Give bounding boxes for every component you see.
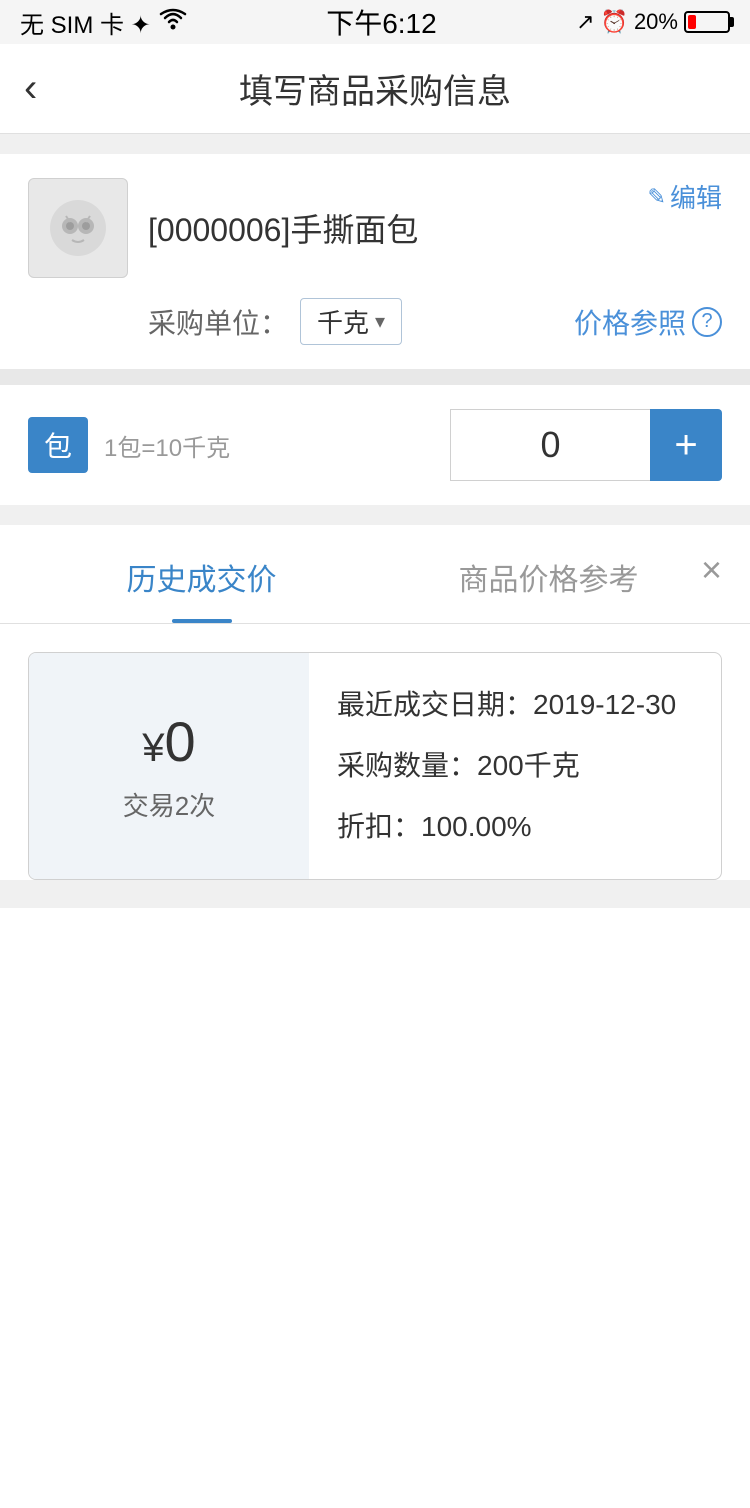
product-id: [0000006]: [148, 212, 290, 248]
tabs-header: 历史成交价 商品价格参考 ×: [0, 525, 750, 624]
unit-label: 采购单位：: [148, 302, 288, 342]
edit-label: 编辑: [670, 178, 722, 215]
page-rest: [0, 908, 750, 1508]
price-value: 0: [165, 710, 196, 773]
divider: [0, 369, 750, 385]
tabs-panel: 历史成交价 商品价格参考 × ¥0 交易2次 最近成交日期：2019-12-30…: [0, 525, 750, 880]
product-thumbnail: [28, 178, 128, 278]
back-button[interactable]: ‹: [24, 66, 37, 111]
status-bar-right: ↗ ⏰ 20%: [576, 9, 730, 35]
product-name: [0000006]手撕面包: [148, 205, 418, 251]
quantity-left: 包 1包=10千克: [28, 417, 230, 473]
price-times: 交易2次: [123, 786, 215, 823]
price-ref-label: 价格参照: [574, 302, 686, 342]
edit-icon: ✎: [648, 184, 666, 210]
status-bar: 无 SIM 卡 ✦ 下午6:12 ↗ ⏰ 20%: [0, 0, 750, 44]
help-icon[interactable]: ?: [692, 307, 722, 337]
product-left: [0000006]手撕面包: [28, 178, 418, 278]
page-title: 填写商品采购信息: [239, 64, 511, 113]
quantity-row: 包 1包=10千克 +: [0, 385, 750, 505]
status-bar-left: 无 SIM 卡 ✦: [20, 5, 187, 40]
quantity-controls: +: [450, 409, 722, 481]
product-card: [0000006]手撕面包 ✎ 编辑 采购单位： 千克 ▾ 价格参照 ?: [0, 154, 750, 369]
tab-close-button[interactable]: ×: [701, 549, 722, 591]
alarm-icon: ⏰: [601, 9, 628, 35]
battery-icon: [684, 11, 730, 33]
quantity-hint: 1包=10千克: [104, 428, 230, 463]
nav-bar: ‹ 填写商品采购信息: [0, 44, 750, 134]
price-reference-button[interactable]: 价格参照 ?: [574, 302, 722, 342]
edit-button[interactable]: ✎ 编辑: [648, 178, 722, 215]
question-mark: ?: [701, 310, 712, 333]
wifi-icon: [159, 8, 187, 37]
location-icon: ↗: [576, 9, 594, 35]
purchase-quantity: 采购数量：200千克: [337, 744, 693, 789]
sim-label: 无 SIM 卡 ✦: [20, 5, 151, 40]
product-header: [0000006]手撕面包 ✎ 编辑: [28, 178, 722, 278]
transaction-date: 最近成交日期：2019-12-30: [337, 683, 693, 728]
tab-price-reference[interactable]: 商品价格参考: [375, 525, 722, 623]
quantity-plus-button[interactable]: +: [650, 409, 722, 481]
unit-select[interactable]: 千克 ▾: [300, 298, 402, 345]
discount-value: 折扣：100.00%: [337, 805, 693, 850]
battery-percent: 20%: [634, 9, 678, 35]
status-bar-time: 下午6:12: [326, 2, 437, 42]
price-card-left: ¥0 交易2次: [29, 653, 309, 879]
chevron-down-icon: ▾: [375, 309, 385, 334]
price-amount: ¥0: [142, 709, 195, 774]
price-card-right: 最近成交日期：2019-12-30 采购数量：200千克 折扣：100.00%: [309, 653, 721, 879]
currency-symbol: ¥: [142, 726, 164, 770]
product-title: 手撕面包: [290, 212, 418, 248]
tab-history-price[interactable]: 历史成交价: [28, 525, 375, 623]
product-unit-row: 采购单位： 千克 ▾ 价格参照 ?: [148, 298, 722, 345]
unit-value: 千克: [317, 303, 369, 340]
quantity-unit-badge: 包: [28, 417, 88, 473]
price-card: ¥0 交易2次 最近成交日期：2019-12-30 采购数量：200千克 折扣：…: [28, 652, 722, 880]
quantity-input[interactable]: [450, 409, 650, 481]
